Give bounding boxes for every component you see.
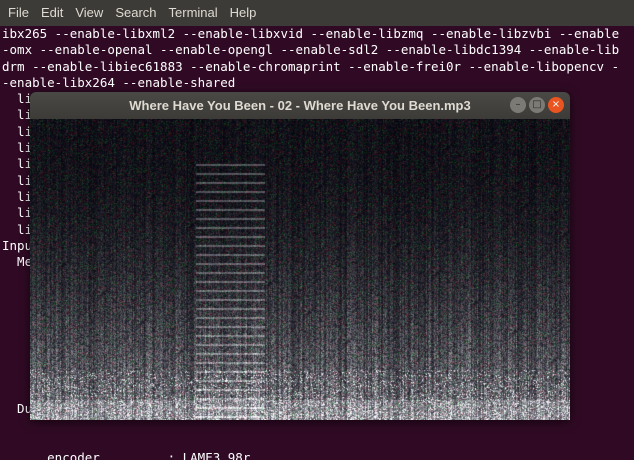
ffplay-window[interactable]: Where Have You Been - 02 - Where Have Yo… bbox=[30, 92, 570, 420]
menu-help[interactable]: Help bbox=[224, 0, 263, 26]
menu-terminal[interactable]: Terminal bbox=[163, 0, 224, 26]
terminal-line: ibx265 --enable-libxml2 --enable-libxvid… bbox=[2, 26, 620, 41]
menu-search[interactable]: Search bbox=[109, 0, 162, 26]
window-title: Where Have You Been - 02 - Where Have Yo… bbox=[129, 98, 471, 113]
window-controls: – □ × bbox=[510, 97, 564, 113]
menu-edit[interactable]: Edit bbox=[35, 0, 69, 26]
menu-view[interactable]: View bbox=[69, 0, 109, 26]
terminal-line: -omx --enable-openal --enable-opengl --e… bbox=[2, 42, 620, 58]
close-icon[interactable]: × bbox=[548, 97, 564, 113]
menu-file[interactable]: File bbox=[2, 0, 35, 26]
terminal-line: -enable-libx264 --enable-shared bbox=[2, 74, 236, 90]
minimize-icon[interactable]: – bbox=[510, 97, 526, 113]
terminal-line: drm --enable-libiec61883 --enable-chroma… bbox=[2, 58, 620, 74]
terminal-line: encoder : LAME3.98r bbox=[2, 449, 251, 460]
window-titlebar[interactable]: Where Have You Been - 02 - Where Have Yo… bbox=[30, 92, 570, 119]
spectrogram-view bbox=[30, 119, 570, 420]
menu-bar: File Edit View Search Terminal Help bbox=[0, 0, 634, 26]
maximize-icon[interactable]: □ bbox=[529, 97, 545, 113]
